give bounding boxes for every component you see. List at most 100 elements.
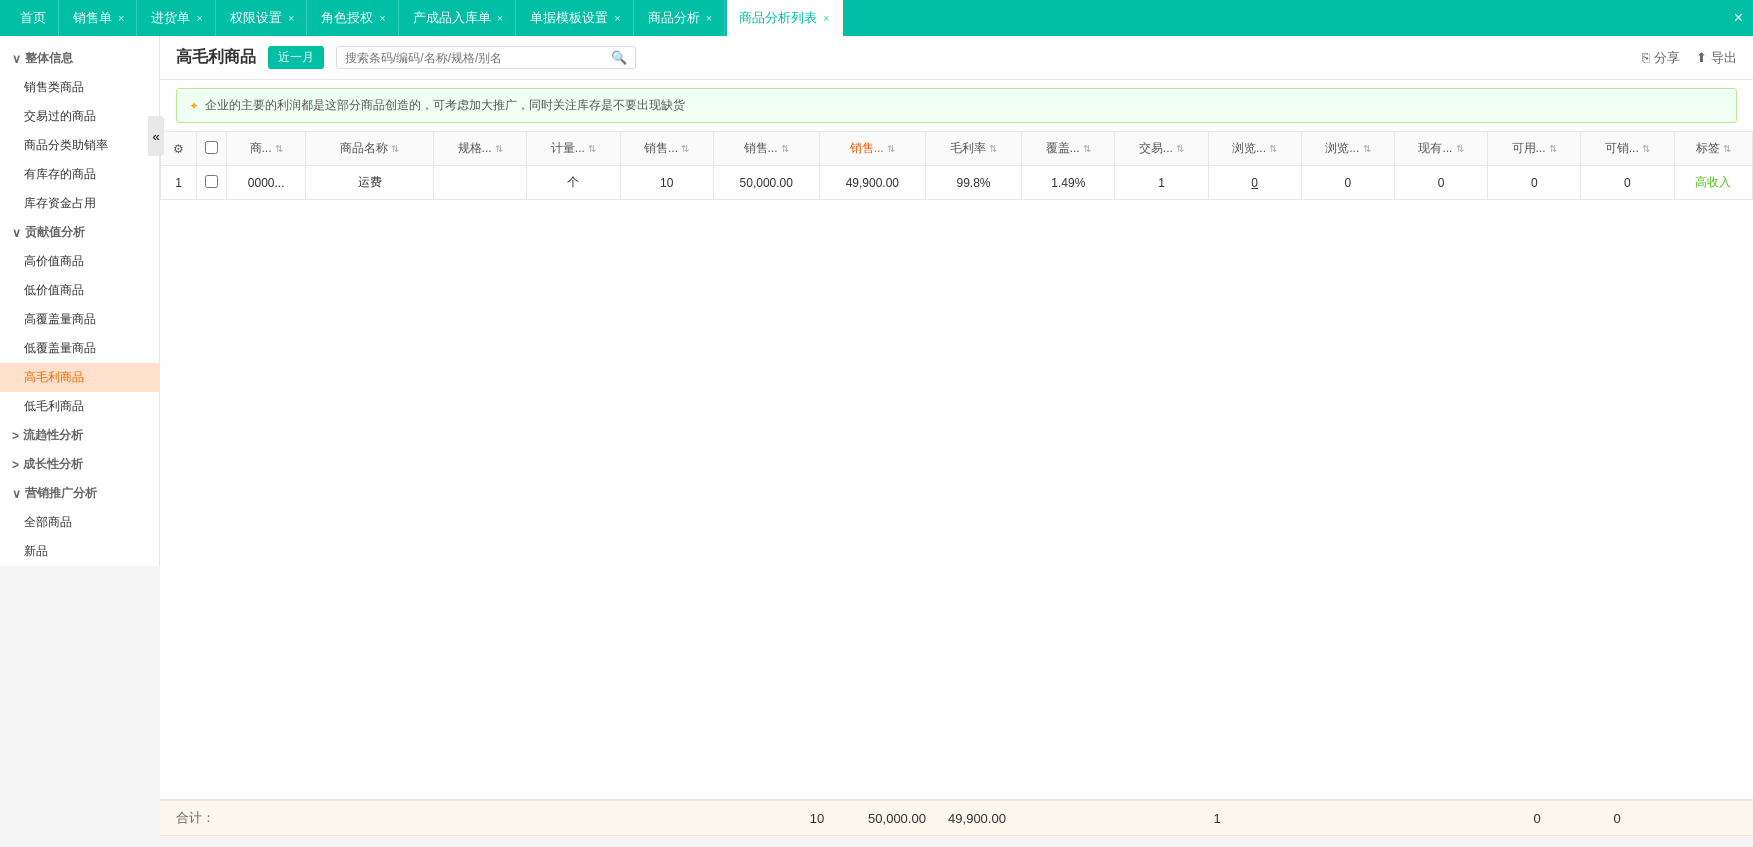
top-nav: 首页 销售单 × 进货单 × 权限设置 × 角色授权 × 产成品入库单 × 单据… [0,0,1753,36]
nav-tab-products[interactable]: 产成品入库单 × [401,0,516,36]
col-checkbox[interactable] [197,132,227,166]
sidebar-item-all-goods[interactable]: 全部商品 [0,508,159,537]
col-saleable[interactable]: 可销... ⇅ [1581,132,1674,166]
close-icon[interactable]: × [288,12,294,24]
col-spec[interactable]: 规格... ⇅ [434,132,527,166]
nav-tab-roles[interactable]: 角色授权 × [309,0,398,36]
search-box: 🔍 [336,46,636,69]
sidebar-group-marketing[interactable]: ∨ 营销推广分析 [0,479,159,508]
nav-tab-permissions[interactable]: 权限设置 × [218,0,307,36]
export-button[interactable]: ⬆ 导出 [1696,49,1737,67]
footer-sales-profit: 49,900.00 [937,811,1017,826]
share-icon: ⎘ [1642,50,1650,65]
collapse-icon: « [152,129,159,144]
cell-saleable: 0 [1581,166,1674,200]
col-transaction[interactable]: 交易... ⇅ [1115,132,1208,166]
sidebar-item-new-goods[interactable]: 新品 [0,537,159,566]
horizontal-scrollbar[interactable] [160,835,1753,847]
search-icon[interactable]: 🔍 [611,50,627,65]
col-available[interactable]: 可用... ⇅ [1488,132,1581,166]
cell-gross-margin: 99.8% [925,166,1021,200]
sidebar-item-stocked-goods[interactable]: 有库存的商品 [0,160,159,189]
search-input[interactable] [345,51,605,65]
close-icon[interactable]: × [196,12,202,24]
select-all-checkbox[interactable] [205,141,218,154]
sidebar-group-flow[interactable]: > 流趋性分析 [0,421,159,450]
sidebar-item-high-margin[interactable]: 高毛利商品 [0,363,159,392]
sidebar-group-contribution[interactable]: ∨ 贡献值分析 [0,218,159,247]
export-icon: ⬆ [1696,50,1707,65]
footer-saleable: 0 [1577,811,1657,826]
sidebar-item-sales-goods[interactable]: 销售类商品 [0,73,159,102]
close-icon[interactable]: × [823,12,829,24]
nav-tab-sales[interactable]: 销售单 × [61,0,137,36]
share-button[interactable]: ⎘ 分享 [1642,49,1680,67]
footer-sales-amount: 50,000.00 [857,811,937,826]
col-code[interactable]: 商... ⇅ [227,132,306,166]
chevron-down-icon: ∨ [12,487,21,501]
cell-coverage: 1.49% [1022,166,1115,200]
cell-unit: 个 [527,166,620,200]
col-sales-amount[interactable]: 销售... ⇅ [713,132,819,166]
sidebar-group-growth[interactable]: > 成长性分析 [0,450,159,479]
cell-name: 运费 [306,166,434,200]
close-icon[interactable]: × [706,12,712,24]
col-name[interactable]: 商品名称 ⇅ [306,132,434,166]
chevron-down-icon: ∨ [12,52,21,66]
sidebar-collapse-button[interactable]: « [148,116,164,156]
footer-transaction: 1 [1177,811,1257,826]
period-button[interactable]: 近一月 [268,46,324,69]
sidebar-group-overall[interactable]: ∨ 整体信息 [0,44,159,73]
close-icon[interactable]: × [614,12,620,24]
footer-sales-qty: 10 [777,811,857,826]
col-browse1[interactable]: 浏览... ⇅ [1208,132,1301,166]
cell-browse2: 0 [1301,166,1394,200]
col-settings[interactable]: ⚙ [161,132,197,166]
chevron-right-icon: > [12,429,19,443]
close-icon[interactable]: × [379,12,385,24]
data-table: ⚙ 商... ⇅ 商品名称 ⇅ 规格... ⇅ 计量... ⇅ 销售... ⇅ … [160,131,1753,200]
info-text: 企业的主要的利润都是这部分商品创造的，可考虑加大推广，同时关注库存是不要出现缺货 [205,97,685,114]
close-icon[interactable]: × [118,12,124,24]
table-header-row: ⚙ 商... ⇅ 商品名称 ⇅ 规格... ⇅ 计量... ⇅ 销售... ⇅ … [161,132,1753,166]
table-wrap: ⚙ 商... ⇅ 商品名称 ⇅ 规格... ⇅ 计量... ⇅ 销售... ⇅ … [160,131,1753,799]
sidebar-item-low-value[interactable]: 低价值商品 [0,276,159,305]
close-all-button[interactable]: × [1734,9,1743,27]
sidebar-item-traded-goods[interactable]: 交易过的商品 [0,102,159,131]
col-coverage[interactable]: 覆盖... ⇅ [1022,132,1115,166]
sidebar-item-low-coverage[interactable]: 低覆盖量商品 [0,334,159,363]
cell-sales-profit: 49,900.00 [819,166,925,200]
table-body: 1 0000... 运费 个 10 50,000.00 49,900.00 99… [161,166,1753,200]
nav-tab-analysis-list[interactable]: 商品分析列表 × [727,0,842,36]
nav-tab-home[interactable]: 首页 [8,0,59,36]
close-icon[interactable]: × [497,12,503,24]
nav-tab-analysis[interactable]: 商品分析 × [636,0,725,36]
row-checkbox[interactable] [205,175,218,188]
sidebar-item-high-value[interactable]: 高价值商品 [0,247,159,276]
sidebar-item-high-coverage[interactable]: 高覆盖量商品 [0,305,159,334]
info-icon: ✦ [189,99,199,113]
info-banner: ✦ 企业的主要的利润都是这部分商品创造的，可考虑加大推广，同时关注库存是不要出现… [176,88,1737,123]
cell-sales-qty: 10 [620,166,713,200]
col-current-stock[interactable]: 现有... ⇅ [1394,132,1487,166]
cell-available: 0 [1488,166,1581,200]
sidebar-container: ∨ 整体信息 销售类商品 交易过的商品 商品分类助销率 有库存的商品 库存资金占… [0,36,160,847]
chevron-right-icon: > [12,458,19,472]
sidebar-item-stock-capital[interactable]: 库存资金占用 [0,189,159,218]
col-unit[interactable]: 计量... ⇅ [527,132,620,166]
col-tag[interactable]: 标签 ⇅ [1674,132,1752,166]
cell-index: 1 [161,166,197,200]
cell-current-stock: 0 [1394,166,1487,200]
main-layout: ∨ 整体信息 销售类商品 交易过的商品 商品分类助销率 有库存的商品 库存资金占… [0,36,1753,847]
cell-checkbox[interactable] [197,166,227,200]
col-browse2[interactable]: 浏览... ⇅ [1301,132,1394,166]
col-sales-profit[interactable]: 销售... ⇅ [819,132,925,166]
nav-tab-purchase[interactable]: 进货单 × [139,0,215,36]
nav-tab-templates[interactable]: 单据模板设置 × [518,0,633,36]
col-gross-margin[interactable]: 毛利率 ⇅ [925,132,1021,166]
sidebar-item-low-margin[interactable]: 低毛利商品 [0,392,159,421]
col-sales-qty[interactable]: 销售... ⇅ [620,132,713,166]
sidebar-item-category-rate[interactable]: 商品分类助销率 [0,131,159,160]
cell-browse1[interactable]: 0 [1208,166,1301,200]
footer-available: 0 [1497,811,1577,826]
